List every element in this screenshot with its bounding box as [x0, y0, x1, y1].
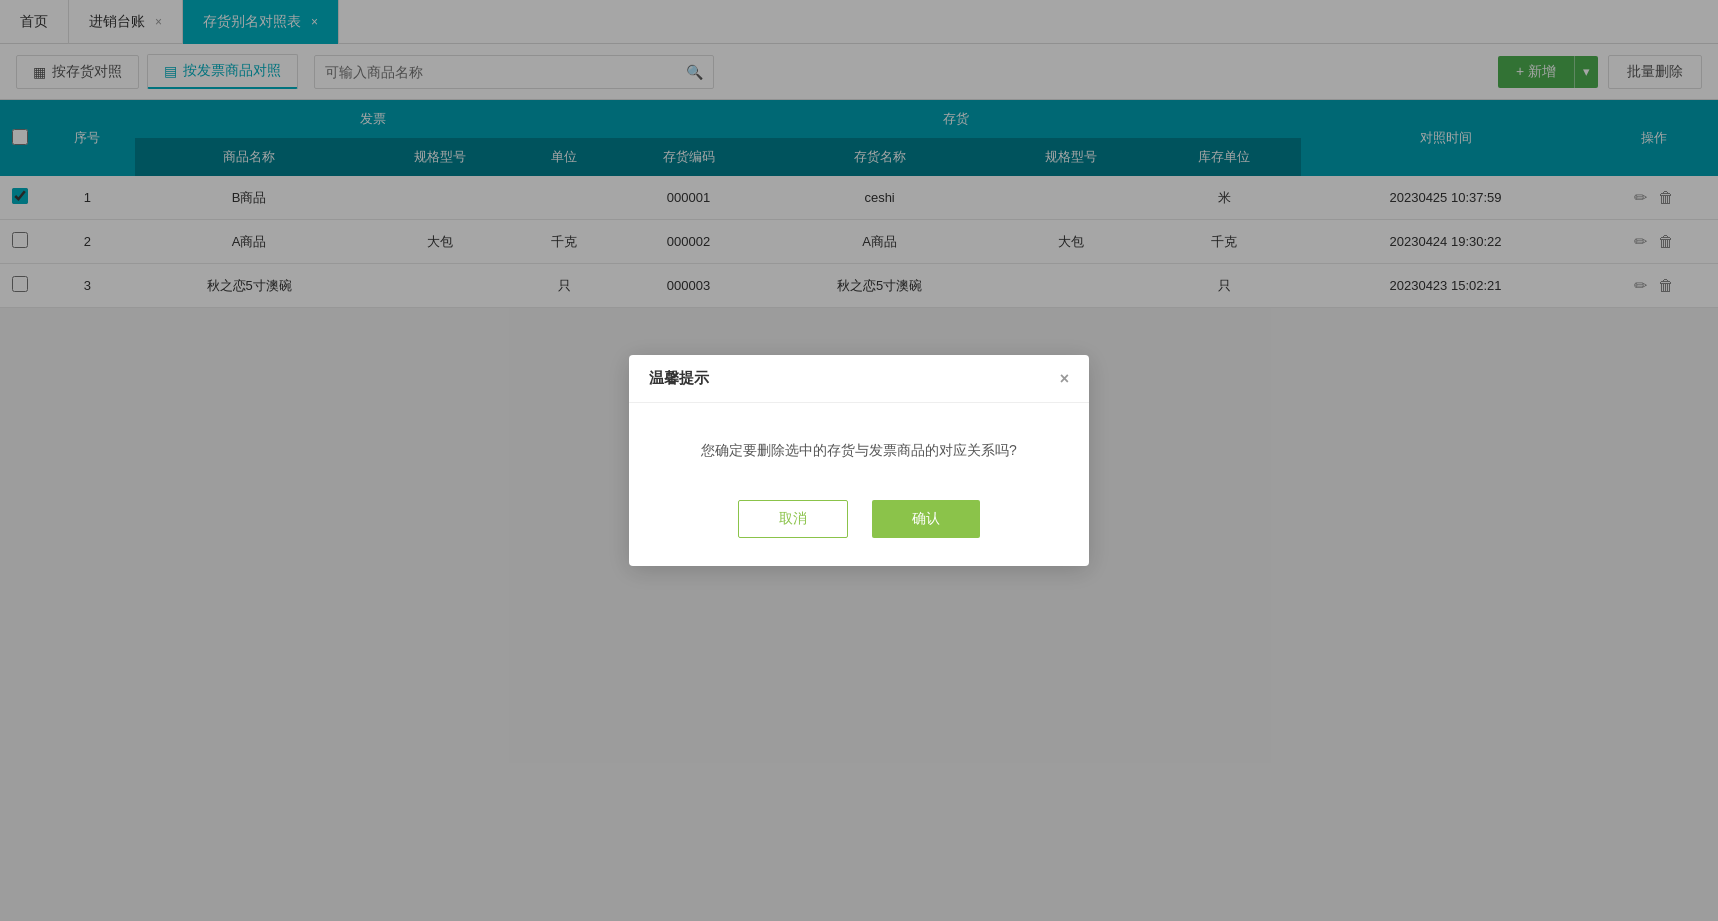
modal-footer: 取消 确认 — [629, 490, 1089, 566]
modal-header: 温馨提示 × — [629, 355, 1089, 403]
modal-body: 您确定要删除选中的存货与发票商品的对应关系吗? — [629, 403, 1089, 489]
modal-dialog: 温馨提示 × 您确定要删除选中的存货与发票商品的对应关系吗? 取消 确认 — [629, 355, 1089, 565]
modal-message: 您确定要删除选中的存货与发票商品的对应关系吗? — [701, 442, 1017, 458]
modal-confirm-btn[interactable]: 确认 — [872, 500, 980, 538]
modal-cancel-btn[interactable]: 取消 — [738, 500, 848, 538]
modal-close-btn[interactable]: × — [1060, 370, 1069, 388]
modal-title: 温馨提示 — [649, 369, 709, 388]
modal-overlay: 温馨提示 × 您确定要删除选中的存货与发票商品的对应关系吗? 取消 确认 — [0, 0, 1718, 921]
